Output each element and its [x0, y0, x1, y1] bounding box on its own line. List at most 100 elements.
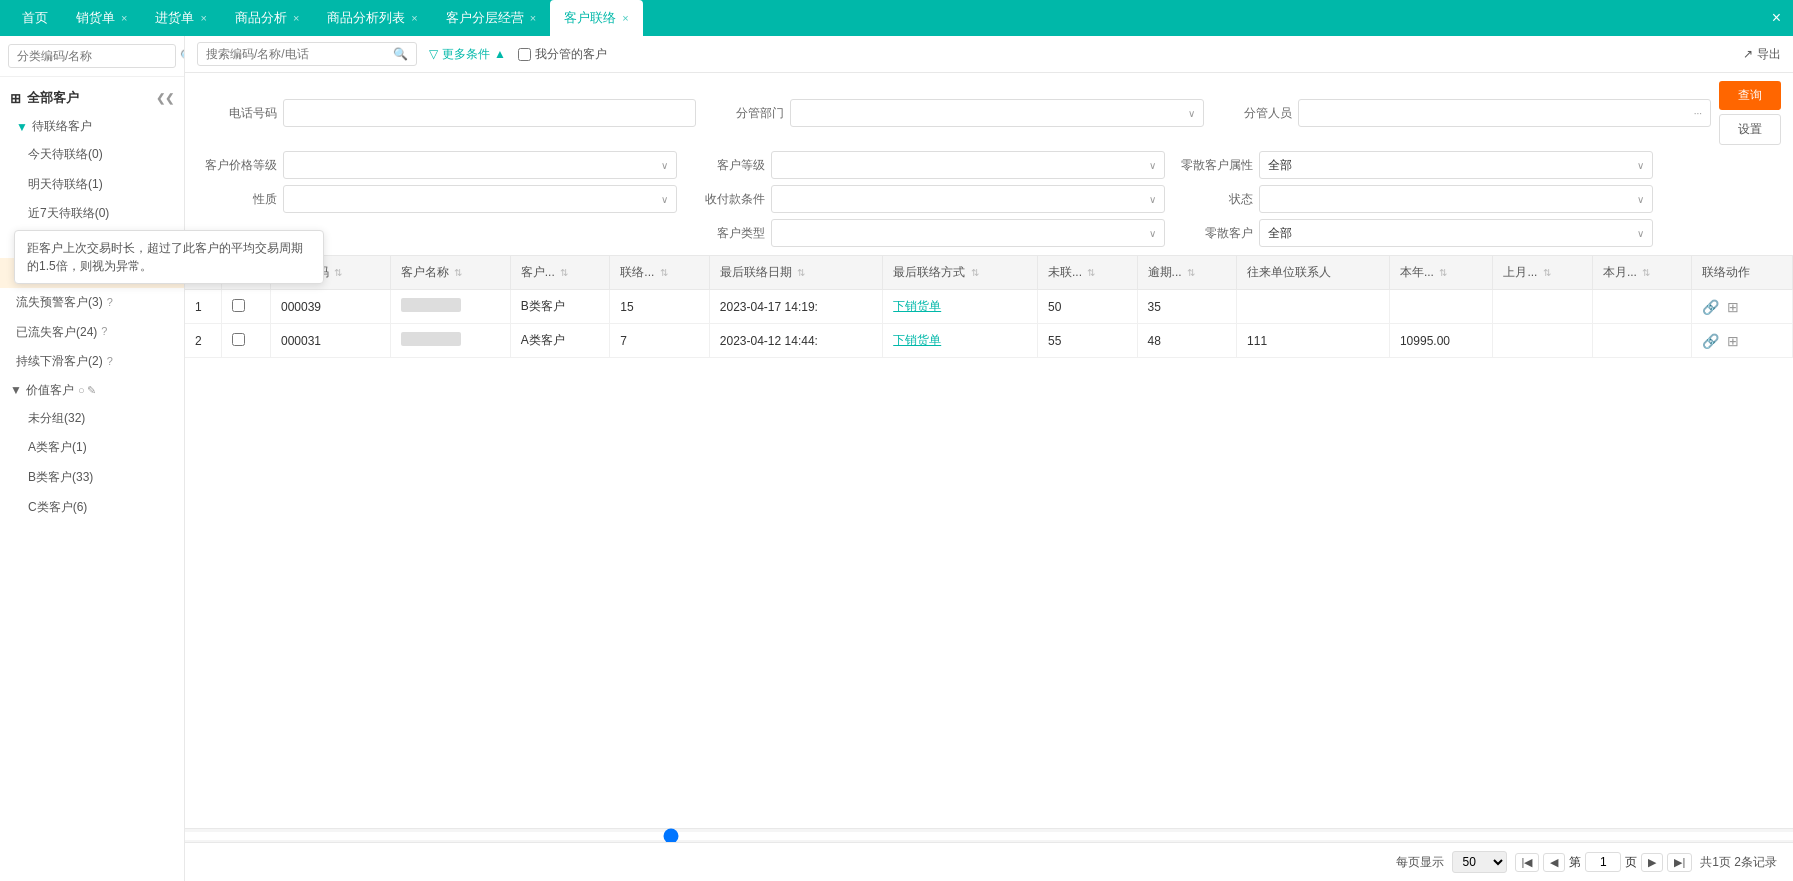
sidebar-item-tomorrow[interactable]: 明天待联络(1)	[0, 170, 184, 200]
my-customers-checkbox[interactable]: 我分管的客户	[518, 46, 607, 63]
collapse-icon[interactable]: ❮❮	[156, 92, 174, 105]
nav-product-analysis-list[interactable]: 商品分析列表 ×	[313, 0, 431, 36]
th-this-month[interactable]: 本月... ⇅	[1592, 256, 1692, 290]
value-customers-edit-icon[interactable]: ○	[78, 384, 85, 396]
close-purchase-order-icon[interactable]: ×	[200, 12, 206, 24]
sidebar-item-class-a[interactable]: A类客户(1)	[0, 433, 184, 463]
close-customer-contact-icon[interactable]: ×	[622, 12, 628, 24]
row1-this-month	[1592, 290, 1692, 324]
row1-check[interactable]	[232, 299, 245, 312]
row2-link-icon[interactable]: 🔗	[1702, 333, 1719, 349]
churned-help-icon[interactable]: ?	[101, 322, 107, 342]
table-row: 2 000031 A类客户	[185, 324, 1793, 358]
nav-purchase-order[interactable]: 进货单 ×	[141, 0, 220, 36]
dept-select[interactable]: ∨	[790, 99, 1203, 127]
declining-help-icon[interactable]: ?	[107, 352, 113, 372]
price-level-select[interactable]: ∨	[283, 151, 677, 179]
main-search-input[interactable]	[206, 47, 389, 61]
pagination: 每页显示 50 20 100 |◀ ◀ 第 页 ▶ ▶| 共1页 2条记录	[185, 842, 1793, 881]
more-conditions-btn[interactable]: ▽ 更多条件 ▲	[429, 46, 506, 63]
contact-count-sort-icon: ⇅	[660, 267, 668, 278]
my-customers-check[interactable]	[518, 48, 531, 61]
row1-grid-icon[interactable]: ⊞	[1727, 299, 1739, 315]
filter-row-4: ··· 客户类型 ∨ 零散客户 全部 ∨	[197, 219, 1781, 247]
row2-overdue: 48	[1137, 324, 1237, 358]
sidebar-item-7days[interactable]: 近7天待联络(0)	[0, 199, 184, 229]
nav-customer-contact[interactable]: 客户联络 ×	[550, 0, 642, 36]
settings-button[interactable]: 设置	[1719, 114, 1781, 145]
top-nav: 首页 销货单 × 进货单 × 商品分析 × 商品分析列表 × 客户分层经营 × …	[0, 0, 1793, 36]
th-overdue[interactable]: 逾期... ⇅	[1137, 256, 1237, 290]
sidebar-search-input[interactable]	[8, 44, 176, 68]
export-btn[interactable]: ↗ 导出	[1743, 46, 1781, 63]
manager-select[interactable]: ···	[1298, 99, 1711, 127]
filter-retail-attr: 零散客户属性 全部 ∨	[1173, 151, 1653, 179]
table-header: ⚙ 客户编码 ⇅ 客户名称 ⇅ 客户...	[185, 256, 1793, 290]
filter-row-3: 性质 ∨ 收付款条件 ∨ 状态	[197, 185, 1781, 213]
sidebar-item-churn-warning[interactable]: 流失预警客户(3) ?	[0, 288, 184, 318]
page-size-select[interactable]: 50 20 100	[1452, 851, 1507, 873]
row2-last-method: 下销货单	[883, 324, 1038, 358]
close-product-analysis-icon[interactable]: ×	[293, 12, 299, 24]
nav-sales-order[interactable]: 销货单 ×	[62, 0, 141, 36]
th-name[interactable]: 客户名称 ⇅	[390, 256, 510, 290]
filter-icon: ▽	[429, 47, 438, 61]
th-type[interactable]: 客户... ⇅	[510, 256, 610, 290]
th-unit-contacts[interactable]: 往来单位联系人	[1237, 256, 1390, 290]
close-all-icon[interactable]: ×	[1772, 9, 1781, 27]
status-select[interactable]: ∨	[1259, 185, 1653, 213]
customer-level-select[interactable]: ∨	[771, 151, 1165, 179]
phone-input[interactable]	[283, 99, 696, 127]
main-search-icon[interactable]: 🔍	[393, 47, 408, 61]
th-last-date[interactable]: 最后联络日期 ⇅	[709, 256, 882, 290]
th-no-contact[interactable]: 未联... ⇅	[1038, 256, 1138, 290]
table-body: 1 000039 B类客户	[185, 290, 1793, 358]
close-customer-segment-icon[interactable]: ×	[530, 12, 536, 24]
filter-dept: 分管部门 ∨	[704, 99, 1203, 127]
grid-icon: ⊞	[10, 91, 21, 106]
th-last-month[interactable]: 上月... ⇅	[1493, 256, 1593, 290]
sidebar-all-customers[interactable]: ⊞ 全部客户 ❮❮	[0, 83, 184, 113]
sidebar-group-waiting[interactable]: ▼ 待联络客户	[0, 113, 184, 140]
nav-product-analysis[interactable]: 商品分析 ×	[221, 0, 313, 36]
nature-select[interactable]: ∨	[283, 185, 677, 213]
row1-link-icon[interactable]: 🔗	[1702, 299, 1719, 315]
last-page-btn[interactable]: ▶|	[1667, 853, 1692, 872]
nav-home[interactable]: 首页	[8, 0, 62, 36]
dept-select-arrow-icon: ∨	[1188, 108, 1195, 119]
filter-row-1: 电话号码 分管部门 ∨ 分管人员 ···	[197, 81, 1781, 145]
customer-type-select[interactable]: ∨	[771, 219, 1165, 247]
page-input[interactable]	[1585, 852, 1621, 872]
prev-page-btn[interactable]: ◀	[1543, 853, 1565, 872]
sidebar-item-class-c[interactable]: C类客户(6)	[0, 493, 184, 523]
query-button[interactable]: 查询	[1719, 81, 1781, 110]
payment-terms-select[interactable]: ∨	[771, 185, 1165, 213]
next-page-btn[interactable]: ▶	[1641, 853, 1663, 872]
sidebar-value-customers-header[interactable]: ▼ 价值客户 ○ ✎	[0, 377, 184, 404]
horizontal-scrollbar[interactable]	[185, 832, 1793, 840]
row2-grid-icon[interactable]: ⊞	[1727, 333, 1739, 349]
row2-check[interactable]	[232, 333, 245, 346]
sidebar-item-declining[interactable]: 持续下滑客户(2) ?	[0, 347, 184, 377]
sidebar-item-churned[interactable]: 已流失客户(24) ?	[0, 318, 184, 348]
churn-help-icon[interactable]: ?	[107, 293, 113, 313]
retail-attr-select[interactable]: 全部 ∨	[1259, 151, 1653, 179]
th-contact-count[interactable]: 联络... ⇅	[610, 256, 710, 290]
close-sales-order-icon[interactable]: ×	[121, 12, 127, 24]
nav-customer-segment[interactable]: 客户分层经营 ×	[432, 0, 550, 36]
row1-index: 1	[185, 290, 221, 324]
sidebar: 🔍 ❮❮ ⊞ 全部客户 ❮❮ ▼ 待联络客户 今天待联络(0) 明天待联络(1)…	[0, 36, 185, 881]
page-nav: |◀ ◀ 第 页 ▶ ▶|	[1515, 852, 1693, 872]
th-last-method[interactable]: 最后联络方式 ⇅	[883, 256, 1038, 290]
sidebar-item-today[interactable]: 今天待联络(0)	[0, 140, 184, 170]
retail-customer-select[interactable]: 全部 ∨	[1259, 219, 1653, 247]
close-product-list-icon[interactable]: ×	[411, 12, 417, 24]
filter-nature: 性质 ∨	[197, 185, 677, 213]
first-page-btn[interactable]: |◀	[1515, 853, 1540, 872]
sidebar-item-class-b[interactable]: B类客户(33)	[0, 463, 184, 493]
th-this-year[interactable]: 本年... ⇅	[1389, 256, 1492, 290]
row1-last-month	[1493, 290, 1593, 324]
sidebar-item-ungrouped[interactable]: 未分组(32)	[0, 404, 184, 434]
value-customers-edit2-icon[interactable]: ✎	[87, 384, 96, 397]
row1-checkbox	[221, 290, 271, 324]
